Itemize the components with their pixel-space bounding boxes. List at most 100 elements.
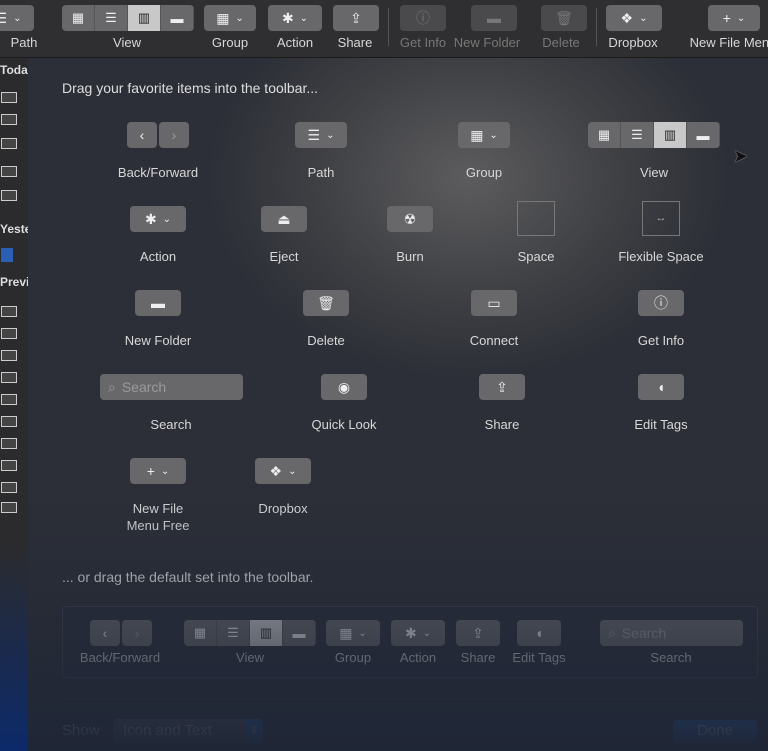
group-icon: ▦ (339, 624, 353, 641)
item-label: Share (484, 417, 520, 432)
search-icon: ⌕ (108, 378, 116, 395)
delete-item[interactable]: 🗑 (303, 290, 349, 316)
updown-chevron-icon: ⇕ (245, 719, 263, 743)
new-folder-item[interactable]: ▬ (135, 290, 181, 316)
default-search-field[interactable]: ⌕ Search (600, 620, 743, 646)
toolbar-gear-button[interactable]: ✱ ⌄ (268, 5, 322, 31)
toolbar-view-control[interactable]: ▦ ☰ ▥ ▬ (62, 5, 194, 31)
connect-item[interactable]: ▭ (471, 290, 517, 316)
back-chevron-icon[interactable]: ‹ (127, 122, 157, 148)
eject-item[interactable]: ⏏ (261, 206, 307, 232)
default-view-control[interactable]: ▦ ☰ ▥ ▬ (184, 620, 316, 646)
default-group-button[interactable]: ▦ ⌄ (326, 620, 380, 646)
new-folder-icon: ▬ (487, 10, 501, 26)
toolbar-dropbox-button[interactable]: ❖ ⌄ (606, 5, 662, 31)
list-view-icon[interactable]: ☰ (95, 5, 128, 31)
show-select[interactable]: Icon and Text ⇕ (113, 719, 263, 743)
default-action-button[interactable]: ✱ ⌄ (391, 620, 445, 646)
sidebar-section-header: Yeste (0, 222, 28, 236)
gallery-view-icon[interactable]: ▬ (283, 620, 316, 646)
icon-view-icon[interactable]: ▦ (184, 620, 217, 646)
icon-view-icon[interactable]: ▦ (62, 5, 95, 31)
default-set[interactable]: ‹ › ▦ ☰ ▥ ▬ ▦ ⌄ ✱ ⌄ ⇪ ◖ ⌕ Search Back/Forward View Group… (62, 606, 758, 678)
item-label: New File Menu Free (126, 501, 190, 533)
item-label: Share (337, 35, 373, 50)
path-icon: ☰ (0, 9, 8, 26)
search-item[interactable]: ⌕ Search (100, 374, 243, 400)
gear-icon: ✱ (404, 624, 417, 641)
item-label: Back/Forward (79, 650, 161, 665)
new-file-menu-free-item[interactable]: + ⌄ (130, 458, 186, 484)
column-view-icon[interactable]: ▥ (128, 5, 161, 31)
search-icon: ⌕ (608, 624, 616, 641)
plus-icon: + (722, 10, 731, 26)
gallery-view-icon[interactable]: ▬ (687, 122, 720, 148)
item-label: Space (517, 249, 555, 264)
chevron-down-icon: ⌄ (736, 12, 746, 24)
item-label: Connect (469, 333, 519, 348)
group-icon: ▦ (216, 9, 230, 26)
done-button[interactable]: Done (673, 720, 757, 742)
back-chevron-icon[interactable]: ‹ (90, 620, 120, 646)
quick-look-item[interactable]: ◉ (321, 374, 367, 400)
default-set-heading: ... or drag the default set into the too… (62, 569, 314, 585)
edit-tags-item[interactable]: ◖ (638, 374, 684, 400)
show-select-value: Icon and Text (123, 722, 212, 739)
chevron-down-icon: ⌄ (160, 465, 170, 477)
share-item[interactable]: ⇪ (479, 374, 525, 400)
item-label: Edit Tags (512, 650, 566, 665)
chevron-down-icon: ⌄ (639, 12, 648, 24)
get-info-item[interactable]: ⓘ (638, 290, 684, 316)
toolbar-path-button[interactable]: ☰ ⌄ (0, 5, 34, 31)
list-view-icon[interactable]: ☰ (621, 122, 654, 148)
toolbar-share-button[interactable]: ⇪ (333, 5, 379, 31)
finder-toolbar: ☰ ⌄ Path ▦ ☰ ▥ ▬ View ▦ ⌄ Group ✱ ⌄ Action ⇪ Share ⓘ Get … (0, 0, 768, 58)
column-view-icon[interactable]: ▥ (654, 122, 687, 148)
burn-item[interactable]: ☢ (387, 206, 433, 232)
chevron-down-icon: ⌄ (162, 213, 172, 225)
toolbar-info-button[interactable]: ⓘ (400, 5, 446, 31)
toolbar-group-button[interactable]: ▦ ⌄ (204, 5, 256, 31)
item-label: Quick Look (311, 417, 377, 432)
toolbar-trash-button[interactable]: 🗑 (541, 5, 587, 31)
item-label: View (236, 650, 264, 665)
view-item[interactable]: ▦ ☰ ▥ ▬ (588, 122, 720, 148)
action-item[interactable]: ✱ ⌄ (130, 206, 186, 232)
forward-chevron-icon[interactable]: › (159, 122, 189, 148)
default-edit-tags-button[interactable]: ◖ (517, 620, 561, 646)
customize-toolbar-sheet: Drag your favorite items into the toolba… (28, 58, 768, 751)
sidebar-file-icon (1, 328, 17, 339)
toolbar-new-folder-button[interactable]: ▬ (471, 5, 517, 31)
forward-chevron-icon[interactable]: › (122, 620, 152, 646)
sheet-heading: Drag your favorite items into the toolba… (62, 80, 319, 96)
burn-icon: ☢ (403, 210, 417, 227)
column-view-icon[interactable]: ▥ (250, 620, 283, 646)
share-icon: ⇪ (496, 378, 508, 395)
chevron-down-icon: ⌄ (299, 12, 309, 24)
item-label: New File Menu (689, 35, 768, 50)
share-icon: ⇪ (472, 624, 484, 641)
item-label: Path (10, 35, 38, 50)
tag-icon: ◖ (656, 379, 666, 395)
toolbar-plus-button[interactable]: + ⌄ (708, 5, 760, 31)
sidebar-file-icon (1, 460, 17, 471)
new-folder-icon: ▬ (151, 295, 165, 311)
space-item[interactable] (517, 201, 555, 236)
list-view-icon[interactable]: ☰ (217, 620, 250, 646)
sidebar-file-icon (1, 306, 17, 317)
toolbar-separator (388, 8, 389, 46)
path-item[interactable]: ☰ ⌄ (295, 122, 347, 148)
back-forward-control[interactable]: ‹ › (90, 620, 152, 646)
gallery-view-icon[interactable]: ▬ (161, 5, 194, 31)
icon-view-icon[interactable]: ▦ (588, 122, 621, 148)
dropbox-item[interactable]: ❖ ⌄ (255, 458, 311, 484)
mouse-cursor-icon: ➤ (733, 146, 749, 166)
chevron-down-icon: ⌄ (326, 129, 335, 141)
default-share-button[interactable]: ⇪ (456, 620, 500, 646)
group-item[interactable]: ▦ ⌄ (458, 122, 510, 148)
item-label: Search (150, 417, 192, 432)
back-forward-control[interactable]: ‹ › (127, 122, 189, 148)
flexible-space-item[interactable]: ↔ (642, 201, 680, 236)
item-label: Burn (396, 249, 424, 264)
tag-icon: ◖ (534, 625, 544, 641)
